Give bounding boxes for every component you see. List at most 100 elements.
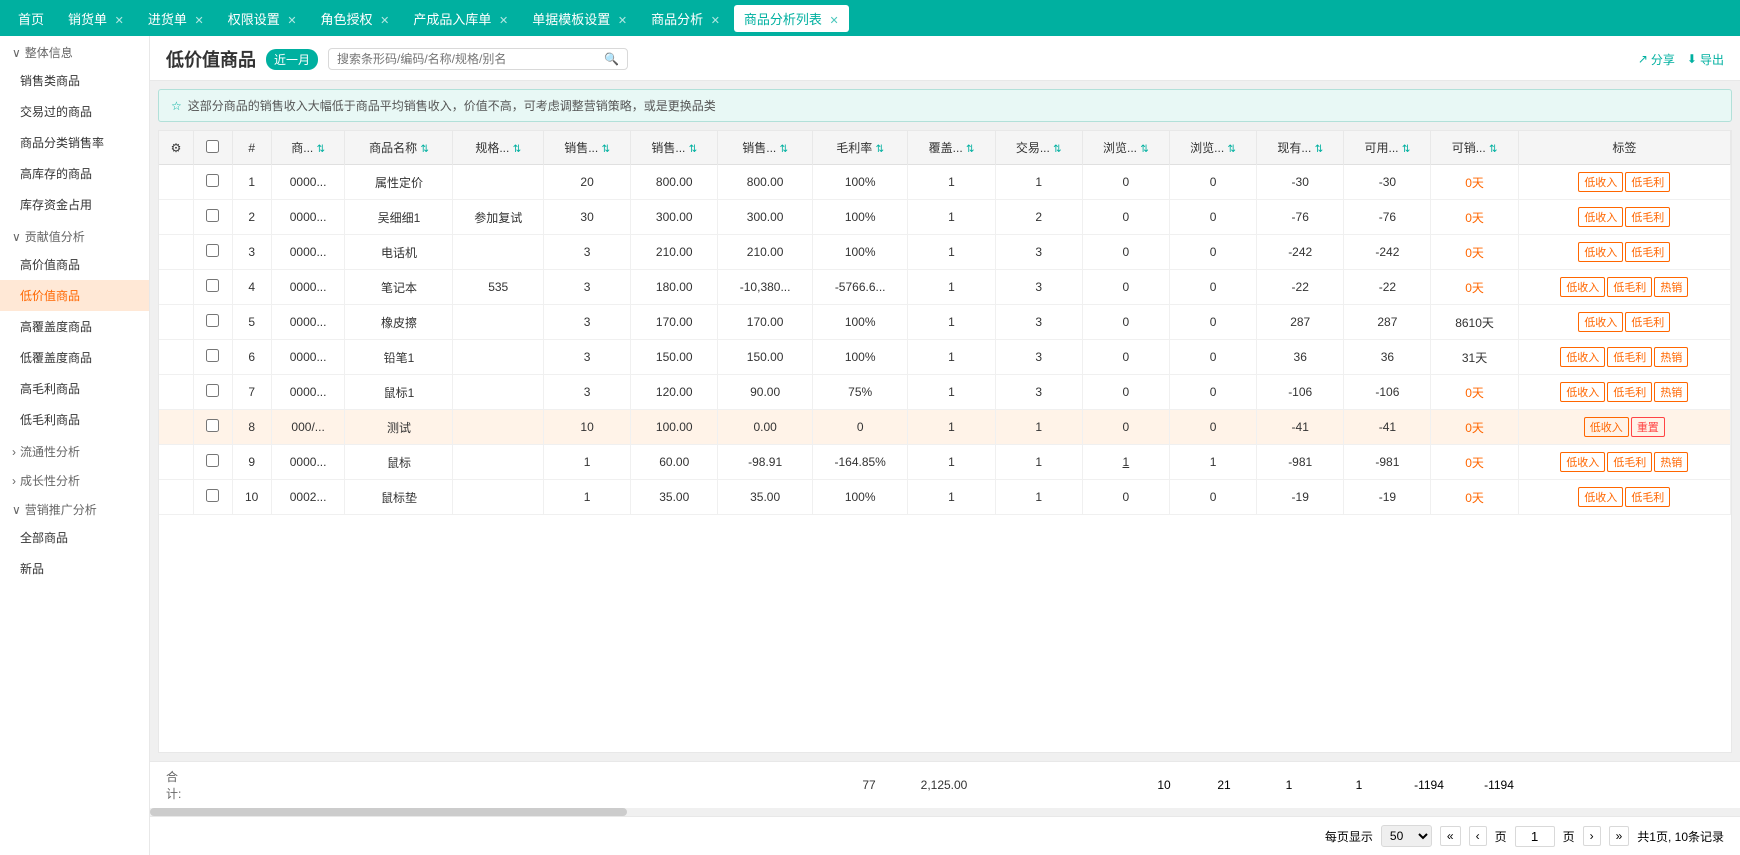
row-checkbox[interactable] xyxy=(194,270,233,305)
gross-rate-column-header[interactable]: 毛利率 ⇅ xyxy=(812,131,908,165)
row-select-checkbox[interactable] xyxy=(206,454,219,467)
share-button[interactable]: ↗ 分享 xyxy=(1638,51,1675,68)
row-index: 3 xyxy=(232,235,271,270)
name-column-header[interactable]: 商品名称 ⇅ xyxy=(345,131,453,165)
sidebar-section-growth[interactable]: › 成长性分析 xyxy=(0,464,149,493)
sidebar-item-traded-products[interactable]: 交易过的商品 xyxy=(0,96,149,127)
nav-sales-order[interactable]: 销货单 ✕ xyxy=(58,5,134,32)
stock1-column-header[interactable]: 现有... ⇅ xyxy=(1257,131,1344,165)
search-input[interactable] xyxy=(337,52,600,66)
horizontal-scrollbar[interactable] xyxy=(150,808,1740,816)
settings-icon[interactable]: ⚙ xyxy=(171,141,182,155)
row-index: 8 xyxy=(232,410,271,445)
sidebar-item-low-coverage[interactable]: 低覆盖度商品 xyxy=(0,342,149,373)
scrollbar-thumb[interactable] xyxy=(150,808,627,816)
last-page-button[interactable]: » xyxy=(1609,826,1630,846)
row-select-checkbox[interactable] xyxy=(206,349,219,362)
page-number-input[interactable] xyxy=(1515,826,1555,847)
nav-template-settings[interactable]: 单据模板设置 ✕ xyxy=(522,5,637,32)
close-product-analysis-icon[interactable]: ✕ xyxy=(711,15,720,27)
first-page-button[interactable]: « xyxy=(1440,826,1461,846)
checkbox-column-header[interactable] xyxy=(194,131,233,165)
sidebar-item-high-coverage[interactable]: 高覆盖度商品 xyxy=(0,311,149,342)
sidebar-item-low-profit[interactable]: 低毛利商品 xyxy=(0,404,149,435)
sales-amount-column-header[interactable]: 销售... ⇅ xyxy=(631,131,718,165)
row-checkbox[interactable] xyxy=(194,410,233,445)
row-days: 31天 xyxy=(1431,340,1518,375)
browse1-column-header[interactable]: 浏览... ⇅ xyxy=(1082,131,1169,165)
sidebar-item-all-products[interactable]: 全部商品 xyxy=(0,522,149,553)
sidebar-item-new-products[interactable]: 新品 xyxy=(0,553,149,584)
sidebar-item-sales-products[interactable]: 销售类商品 xyxy=(0,65,149,96)
close-sales-order-icon[interactable]: ✕ xyxy=(115,15,124,27)
close-permissions-icon[interactable]: ✕ xyxy=(287,15,296,27)
row-spec xyxy=(453,235,544,270)
browse-value: 0 xyxy=(1123,490,1130,504)
data-table: ⚙ # 商... ⇅ 商品名称 ⇅ 规格... ⇅ 销售... ⇅ 销售... … xyxy=(159,131,1731,515)
row-select-checkbox[interactable] xyxy=(206,314,219,327)
search-icon[interactable]: 🔍 xyxy=(604,52,619,66)
row-checkbox[interactable] xyxy=(194,235,233,270)
code-column-header[interactable]: 商... ⇅ xyxy=(271,131,345,165)
row-browse1[interactable]: 1 xyxy=(1082,445,1169,480)
available-column-header[interactable]: 可用... ⇅ xyxy=(1344,131,1431,165)
close-purchase-order-icon[interactable]: ✕ xyxy=(194,15,203,27)
settings-column-header[interactable]: ⚙ xyxy=(159,131,194,165)
per-page-select[interactable]: 50 100 200 xyxy=(1381,825,1432,847)
sidebar-item-stock-funds[interactable]: 库存资金占用 xyxy=(0,189,149,220)
sales-x-column-header[interactable]: 销售... ⇅ xyxy=(718,131,813,165)
trade-column-header[interactable]: 交易... ⇅ xyxy=(995,131,1082,165)
row-checkbox[interactable] xyxy=(194,340,233,375)
close-product-analysis-list-icon[interactable]: ✕ xyxy=(830,15,839,27)
sales-qty-column-header[interactable]: 销售... ⇅ xyxy=(544,131,631,165)
table-row: 4 0000... 笔记本 535 3 180.00 -10,380... -5… xyxy=(159,270,1731,305)
tag-badge: 低收入 xyxy=(1578,242,1623,262)
select-all-checkbox[interactable] xyxy=(206,140,219,153)
time-filter-tag[interactable]: 近一月 xyxy=(266,49,318,70)
sellable-column-header[interactable]: 可销... ⇅ xyxy=(1431,131,1518,165)
row-select-checkbox[interactable] xyxy=(206,384,219,397)
nav-product-analysis[interactable]: 商品分析 ✕ xyxy=(641,5,730,32)
sidebar-section-overview[interactable]: ∨ 整体信息 xyxy=(0,36,149,65)
nav-product-inbound[interactable]: 产成品入库单 ✕ xyxy=(403,5,518,32)
browse2-column-header[interactable]: 浏览... ⇅ xyxy=(1169,131,1256,165)
row-select-checkbox[interactable] xyxy=(206,174,219,187)
export-button[interactable]: ⬇ 导出 xyxy=(1687,51,1724,68)
row-checkbox[interactable] xyxy=(194,445,233,480)
nav-home[interactable]: 首页 xyxy=(8,5,54,32)
sidebar-item-high-value[interactable]: 高价值商品 xyxy=(0,249,149,280)
close-template-settings-icon[interactable]: ✕ xyxy=(618,15,627,27)
nav-role-auth[interactable]: 角色授权 ✕ xyxy=(311,5,400,32)
sidebar-item-high-stock[interactable]: 高库存的商品 xyxy=(0,158,149,189)
next-page-button[interactable]: › xyxy=(1583,826,1601,846)
row-select-checkbox[interactable] xyxy=(206,244,219,257)
row-checkbox[interactable] xyxy=(194,200,233,235)
row-select-checkbox[interactable] xyxy=(206,489,219,502)
sidebar-section-marketing[interactable]: ∨ 营销推广分析 xyxy=(0,493,149,522)
sidebar-section-circulation[interactable]: › 流通性分析 xyxy=(0,435,149,464)
sidebar-item-category-sales-rate[interactable]: 商品分类销售率 xyxy=(0,127,149,158)
sidebar-section-contribution[interactable]: ∨ 贡献值分析 xyxy=(0,220,149,249)
prev-page-button[interactable]: ‹ xyxy=(1469,826,1487,846)
row-select-checkbox[interactable] xyxy=(206,279,219,292)
sidebar-item-high-profit[interactable]: 高毛利商品 xyxy=(0,373,149,404)
row-browse1: 0 xyxy=(1082,480,1169,515)
row-checkbox[interactable] xyxy=(194,375,233,410)
browse-link[interactable]: 1 xyxy=(1123,455,1130,469)
row-checkbox[interactable] xyxy=(194,165,233,200)
close-role-auth-icon[interactable]: ✕ xyxy=(380,15,389,27)
nav-purchase-order[interactable]: 进货单 ✕ xyxy=(138,5,214,32)
close-product-inbound-icon[interactable]: ✕ xyxy=(499,15,508,27)
tag-badge: 低毛利 xyxy=(1607,452,1652,472)
row-tags: 低收入低毛利热销 xyxy=(1518,445,1730,480)
row-select-checkbox[interactable] xyxy=(206,419,219,432)
coverage-column-header[interactable]: 覆盖... ⇅ xyxy=(908,131,995,165)
nav-permissions[interactable]: 权限设置 ✕ xyxy=(218,5,307,32)
row-checkbox[interactable] xyxy=(194,305,233,340)
row-select-checkbox[interactable] xyxy=(206,209,219,222)
sidebar-item-low-value[interactable]: 低价值商品 xyxy=(0,280,149,311)
browse-value: 0 xyxy=(1123,280,1130,294)
row-checkbox[interactable] xyxy=(194,480,233,515)
spec-column-header[interactable]: 规格... ⇅ xyxy=(453,131,544,165)
nav-product-analysis-list[interactable]: 商品分析列表 ✕ xyxy=(734,5,849,32)
